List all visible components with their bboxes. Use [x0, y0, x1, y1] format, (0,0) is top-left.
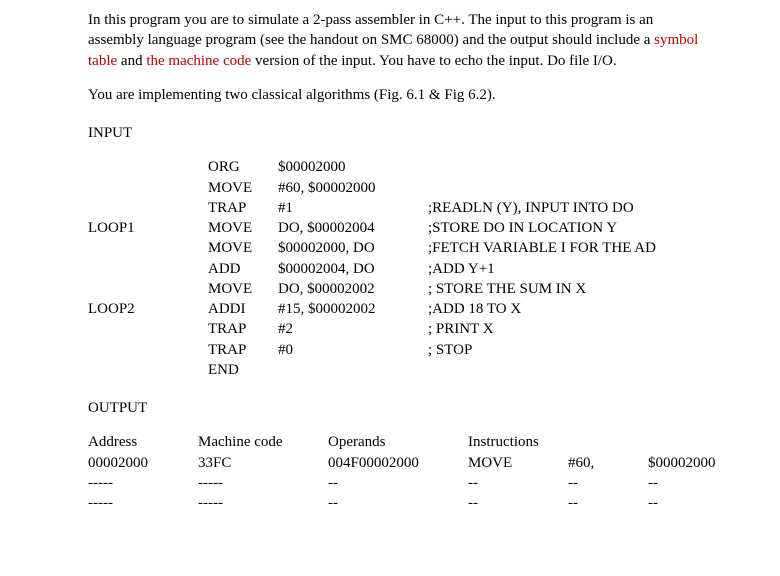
input-label: LOOP1: [88, 218, 208, 238]
output-row: ------------------: [88, 493, 716, 513]
input-operand: DO, $00002002: [278, 279, 428, 299]
input-comment: ;STORE DO IN LOCATION Y: [428, 218, 656, 238]
input-header: INPUT: [88, 123, 780, 143]
output-col-arg2: [648, 432, 716, 452]
input-comment: ;ADD 18 TO X: [428, 299, 656, 319]
intro-paragraph: In this program you are to simulate a 2-…: [88, 10, 703, 71]
input-code-table: ORG$00002000MOVE#60, $00002000TRAP #1;RE…: [88, 157, 656, 380]
intro-text-1: In this program you are to simulate a 2-…: [88, 12, 654, 48]
input-comment: ; PRINT X: [428, 319, 656, 339]
output-operands: 004F00002000: [328, 453, 468, 473]
input-label: [88, 157, 208, 177]
output-instruction: MOVE: [468, 453, 568, 473]
output-col-address: Address: [88, 432, 198, 452]
input-operand: $00002000, DO: [278, 238, 428, 258]
output-operands: --: [328, 493, 468, 513]
input-label: [88, 198, 208, 218]
input-operand: #1: [278, 198, 428, 218]
output-arg1: #60,: [568, 453, 648, 473]
input-operand: [278, 360, 428, 380]
input-label: LOOP2: [88, 299, 208, 319]
input-mnemonic: MOVE: [208, 238, 278, 258]
input-row: MOVE DO, $00002002 ; STORE THE SUM IN X: [88, 279, 656, 299]
input-mnemonic: TRAP: [208, 198, 278, 218]
output-header-row: Address Machine code Operands Instructio…: [88, 432, 716, 452]
input-comment: [428, 178, 656, 198]
input-label: [88, 319, 208, 339]
output-instruction: --: [468, 473, 568, 493]
input-comment: ; STOP: [428, 340, 656, 360]
input-comment: ;FETCH VARIABLE I FOR THE AD: [428, 238, 656, 258]
input-row: MOVE#60, $00002000: [88, 178, 656, 198]
output-machinecode: -----: [198, 473, 328, 493]
input-label: [88, 259, 208, 279]
input-row: ADD $00002004, DO ;ADD Y+1: [88, 259, 656, 279]
input-comment: ;READLN (Y), INPUT INTO DO: [428, 198, 656, 218]
input-operand: $00002004, DO: [278, 259, 428, 279]
output-address: -----: [88, 493, 198, 513]
input-mnemonic: ADD: [208, 259, 278, 279]
input-row: TRAP #2 ; PRINT X: [88, 319, 656, 339]
input-mnemonic: ADDI: [208, 299, 278, 319]
input-operand: #2: [278, 319, 428, 339]
input-mnemonic: MOVE: [208, 178, 278, 198]
intro-text-3: version of the input. You have to echo t…: [251, 53, 616, 69]
output-operands: --: [328, 473, 468, 493]
input-row: MOVE $00002000, DO;FETCH VARIABLE I FOR …: [88, 238, 656, 258]
output-header: OUTPUT: [88, 398, 780, 418]
input-comment: ; STORE THE SUM IN X: [428, 279, 656, 299]
input-row: TRAP #0 ; STOP: [88, 340, 656, 360]
input-label: [88, 360, 208, 380]
algorithms-line: You are implementing two classical algor…: [88, 85, 703, 105]
input-mnemonic: END: [208, 360, 278, 380]
output-arg2: $00002000: [648, 453, 716, 473]
input-label: [88, 340, 208, 360]
intro-highlight-2: the machine code: [146, 53, 251, 69]
output-address: 00002000: [88, 453, 198, 473]
input-comment: ;ADD Y+1: [428, 259, 656, 279]
output-arg1: --: [568, 493, 648, 513]
input-row: LOOP2ADDI #15, $00002002 ;ADD 18 TO X: [88, 299, 656, 319]
output-arg2: --: [648, 473, 716, 493]
output-arg1: --: [568, 473, 648, 493]
output-instruction: --: [468, 493, 568, 513]
input-mnemonic: MOVE: [208, 279, 278, 299]
input-row: TRAP #1;READLN (Y), INPUT INTO DO: [88, 198, 656, 218]
input-row: LOOP1MOVEDO, $00002004;STORE DO IN LOCAT…: [88, 218, 656, 238]
output-row: 0000200033FC004F00002000MOVE#60,$0000200…: [88, 453, 716, 473]
input-label: [88, 279, 208, 299]
intro-text-2: and: [117, 53, 146, 69]
output-col-arg1: [568, 432, 648, 452]
input-operand: #60, $00002000: [278, 178, 428, 198]
input-operand: #0: [278, 340, 428, 360]
input-mnemonic: TRAP: [208, 319, 278, 339]
input-operand: DO, $00002004: [278, 218, 428, 238]
input-mnemonic: ORG: [208, 157, 278, 177]
input-operand: $00002000: [278, 157, 428, 177]
output-address: -----: [88, 473, 198, 493]
output-col-instructions: Instructions: [468, 432, 568, 452]
input-row: END: [88, 360, 656, 380]
output-machinecode: -----: [198, 493, 328, 513]
input-row: ORG$00002000: [88, 157, 656, 177]
output-table: Address Machine code Operands Instructio…: [88, 432, 716, 513]
input-operand: #15, $00002002: [278, 299, 428, 319]
input-mnemonic: MOVE: [208, 218, 278, 238]
output-col-machinecode: Machine code: [198, 432, 328, 452]
output-row: ------------------: [88, 473, 716, 493]
input-label: [88, 238, 208, 258]
output-machinecode: 33FC: [198, 453, 328, 473]
input-comment: [428, 360, 656, 380]
output-arg2: --: [648, 493, 716, 513]
input-comment: [428, 157, 656, 177]
output-col-operands: Operands: [328, 432, 468, 452]
input-mnemonic: TRAP: [208, 340, 278, 360]
input-label: [88, 178, 208, 198]
